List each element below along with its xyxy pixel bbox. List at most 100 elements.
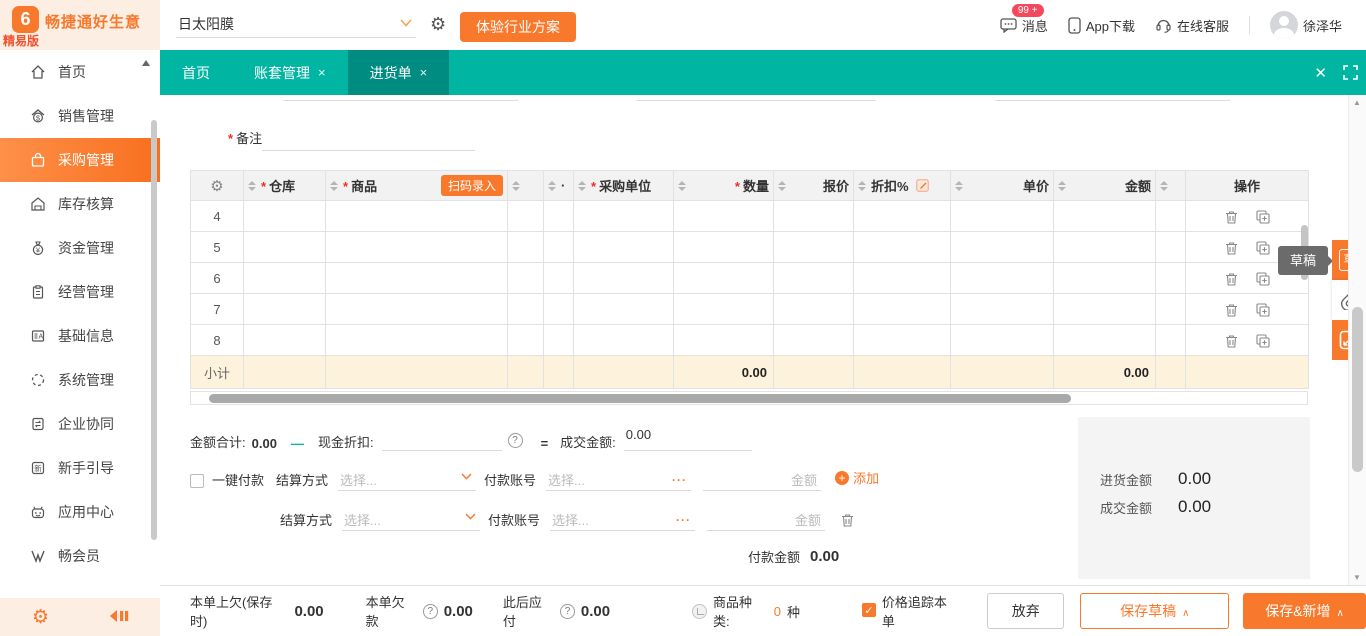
grid-cell[interactable] [853,293,951,325]
delete-row-icon[interactable] [1225,241,1238,255]
online-service-button[interactable]: 在线客服 [1155,16,1229,35]
grid-cell[interactable] [325,293,508,325]
grid-cell[interactable] [773,324,854,356]
grid-cell[interactable] [507,231,544,263]
help-icon[interactable]: ? [422,603,438,619]
grid-cell[interactable] [507,262,544,294]
grid-cell[interactable] [1053,293,1156,325]
copy-row-icon[interactable] [1255,272,1270,286]
grid-cell[interactable] [543,262,574,294]
grid-cell[interactable] [673,293,774,325]
grid-cell[interactable] [543,231,574,263]
pay-amount-input[interactable]: 金额 [707,505,826,531]
grid-cell[interactable] [1155,200,1186,232]
scroll-up-icon[interactable]: ▲ [1353,98,1361,107]
grid-cell[interactable] [573,324,674,356]
sidebar-item-inventory[interactable]: 库存核算 [0,182,160,226]
save-and-new-button[interactable]: 保存&新增 ∧ [1243,593,1366,629]
delete-payment-icon[interactable] [841,513,854,527]
sort-icon[interactable] [1058,180,1066,191]
one-click-pay-checkbox[interactable] [190,474,204,488]
tab-account-mgmt[interactable]: 账套管理 × [232,50,348,95]
delete-row-icon[interactable] [1225,334,1238,348]
price-track-option[interactable]: ✓ 价格追踪本单 [862,592,959,630]
user-menu[interactable]: 徐泽华 [1269,11,1342,39]
grid-cell[interactable] [507,324,544,356]
sidebar-scrollbar[interactable] [151,120,157,540]
sort-icon[interactable] [955,180,963,191]
more-options-icon[interactable]: ··· [672,473,687,487]
sort-icon[interactable] [548,180,556,191]
tab-home[interactable]: 首页 [160,50,232,95]
grid-cell[interactable] [1053,324,1156,356]
edit-discount-icon[interactable] [915,179,929,192]
cash-discount-input[interactable] [381,427,502,451]
remark-input[interactable] [262,125,475,151]
grid-cell[interactable] [950,293,1054,325]
grid-cell[interactable] [853,324,951,356]
sort-icon[interactable] [778,180,786,191]
grid-cell[interactable] [950,200,1054,232]
scrollbar-thumb[interactable] [1352,307,1363,472]
grid-cell[interactable] [243,200,326,232]
grid-cell[interactable] [325,324,508,356]
sidebar-item-app-center[interactable]: 应用中心 [0,490,160,534]
fullscreen-icon[interactable] [1343,65,1358,80]
grid-cell[interactable] [1053,200,1156,232]
form-field-underline[interactable] [995,100,1230,101]
grid-cell[interactable] [243,293,326,325]
help-icon[interactable]: ? [507,433,523,448]
grid-cell[interactable] [1053,262,1156,294]
gear-icon[interactable]: ⚙ [430,14,446,34]
grid-cell[interactable] [573,293,674,325]
close-icon[interactable]: × [318,65,326,80]
settle-method-select[interactable]: 选择... [342,505,481,531]
scroll-down-icon[interactable]: ▼ [1353,573,1361,582]
sidebar-item-purchase[interactable]: 采购管理 [0,138,160,182]
sort-icon[interactable] [578,180,586,191]
scrollbar-thumb[interactable] [209,394,1071,403]
delete-row-icon[interactable] [1225,210,1238,224]
grid-cell[interactable] [673,200,774,232]
grid-cell[interactable] [853,200,951,232]
close-all-tabs-icon[interactable]: ✕ [1314,64,1327,82]
grid-cell[interactable] [1155,262,1186,294]
pay-account-select[interactable]: 选择... ··· [550,505,696,531]
add-payment-button[interactable]: + 添加 [835,468,879,487]
grid-cell[interactable] [773,200,854,232]
grid-cell[interactable] [543,324,574,356]
grid-cell[interactable] [673,324,774,356]
column-settings-gear-icon[interactable]: ⚙ [195,177,239,195]
grid-cell[interactable] [773,231,854,263]
sidebar-item-operations[interactable]: 经营管理 [0,270,160,314]
grid-cell[interactable] [507,293,544,325]
messages-button[interactable]: 消息 99 + [1000,3,1048,35]
trial-industry-button[interactable]: 体验行业方案 [460,12,576,42]
form-field-underline[interactable] [637,100,876,101]
grid-cell[interactable] [325,262,508,294]
grid-cell[interactable] [573,200,674,232]
delete-row-icon[interactable] [1225,272,1238,286]
main-vertical-scrollbar[interactable]: ▲ ▼ [1348,95,1366,585]
pay-account-select[interactable]: 选择... ··· [546,465,692,491]
table-horizontal-scrollbar[interactable] [190,391,1308,405]
grid-cell[interactable] [1053,231,1156,263]
sort-icon[interactable] [512,180,520,191]
grid-cell[interactable] [1155,293,1186,325]
sidebar-item-basic-info[interactable]: A 基础信息 [0,314,160,358]
sort-icon[interactable] [330,180,338,191]
scan-entry-button[interactable]: 扫码录入 [440,175,503,196]
sidebar-item-newbie-guide[interactable]: 新 新手引导 [0,446,160,490]
copy-row-icon[interactable] [1255,210,1270,224]
pay-amount-input[interactable]: 金额 [703,465,822,491]
grid-cell[interactable] [950,231,1054,263]
grid-cell[interactable] [673,231,774,263]
grid-cell[interactable] [573,231,674,263]
more-options-icon[interactable]: ··· [676,513,691,527]
price-track-checkbox[interactable]: ✓ [862,602,876,617]
delete-row-icon[interactable] [1225,303,1238,317]
deal-amount-input[interactable]: 0.00 [623,427,752,451]
close-icon[interactable]: × [420,65,428,80]
grid-cell[interactable] [325,200,508,232]
grid-cell[interactable] [243,231,326,263]
